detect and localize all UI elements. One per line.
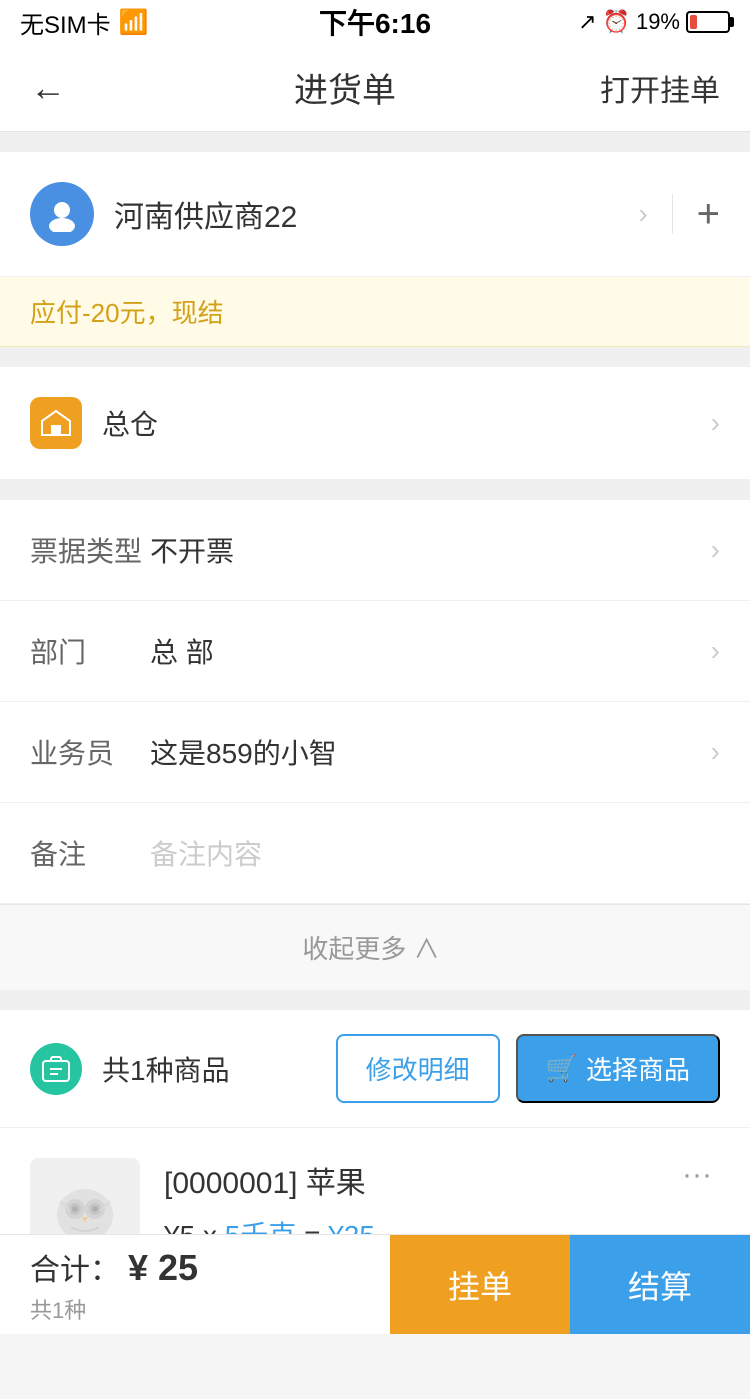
cart-icon: 🛒 [546,1053,578,1084]
nav-bar: ← 进货单 打开挂单 [0,44,750,132]
nav-title: 进货单 [294,63,396,112]
department-value: 总 部 [150,631,711,671]
warehouse-row[interactable]: 总仓 › [0,367,750,480]
invoice-type-row[interactable]: 票据类型 不开票 › [0,500,750,601]
select-product-button[interactable]: 🛒 选择商品 [516,1034,720,1103]
supplier-row[interactable]: 河南供应商22 › + [0,152,750,277]
department-label: 部门 [30,631,150,671]
collapse-label: 收起更多 ∧ [302,929,439,966]
divider-1 [0,347,750,367]
back-button[interactable]: ← [30,67,90,109]
product-name: [0000001] 苹果 [164,1158,674,1202]
remark-label: 备注 [30,833,150,873]
status-bar-right: ↗ ⏰ 19% [578,9,730,35]
salesperson-value: 这是859的小智 [150,732,711,772]
salesperson-row[interactable]: 业务员 这是859的小智 › [0,702,750,803]
divider-2 [0,480,750,500]
salesperson-label: 业务员 [30,732,150,772]
bottom-bar: 合计： ¥ 25 共1种 挂单 结算 [0,1234,750,1334]
payment-hint: 应付-20元，现结 [0,277,750,347]
open-hold-button[interactable]: 打开挂单 [600,66,720,110]
collapse-row[interactable]: 收起更多 ∧ [0,904,750,990]
invoice-chevron-icon: › [711,534,720,566]
chevron-right-icon: › [638,198,647,230]
avatar [30,182,94,246]
divider-3 [0,990,750,1010]
product-code: [0000001] [164,1167,297,1200]
hold-label: 挂单 [448,1262,512,1308]
supplier-section: 河南供应商22 › + 应付-20元，现结 [0,152,750,347]
vertical-divider [672,194,673,234]
warehouse-icon [30,397,82,449]
warehouse-section: 总仓 › [0,367,750,480]
product-title: 苹果 [306,1167,366,1200]
department-row[interactable]: 部门 总 部 › [0,601,750,702]
remark-row[interactable]: 备注 备注内容 [0,803,750,904]
checkout-button[interactable]: 结算 [570,1235,750,1334]
invoice-section: 票据类型 不开票 › 部门 总 部 › 业务员 这是859的小智 › 备注 备注… [0,500,750,904]
department-chevron-icon: › [711,635,720,667]
checkout-label: 结算 [628,1262,692,1308]
invoice-type-value: 不开票 [150,530,711,570]
select-product-label: 选择商品 [586,1050,690,1087]
remark-placeholder: 备注内容 [150,833,720,873]
warehouse-chevron-icon: › [711,407,720,439]
wifi-icon: 📶 [119,8,149,37]
top-divider [0,132,750,152]
carrier-label: 无SIM卡 [20,5,111,40]
total-amount: ¥ 25 [128,1247,198,1289]
edit-detail-button[interactable]: 修改明细 [336,1034,500,1103]
status-bar: 无SIM卡 📶 下午6:16 ↗ ⏰ 19% [0,0,750,44]
location-icon: ↗ [578,9,596,35]
product-count: 共1种商品 [102,1049,336,1089]
product-header: 共1种商品 修改明细 🛒 选择商品 [0,1010,750,1128]
battery-label: 19% [636,9,680,35]
salesperson-chevron-icon: › [711,736,720,768]
invoice-type-label: 票据类型 [30,530,150,570]
alarm-icon: ⏰ [603,9,630,35]
total-label: 合计： [30,1245,120,1289]
warehouse-name: 总仓 [102,403,711,443]
total-area: 合计： ¥ 25 共1种 [0,1235,390,1334]
status-bar-time: 下午6:16 [319,2,431,42]
total-count: 共1种 [30,1293,360,1325]
status-bar-left: 无SIM卡 📶 [20,5,149,40]
more-options-button[interactable]: ··· [674,1158,720,1192]
supplier-name: 河南供应商22 [114,192,638,236]
add-button[interactable]: + [697,192,720,237]
product-icon [30,1043,82,1095]
hold-button[interactable]: 挂单 [390,1235,570,1334]
battery-icon [686,11,730,33]
total-main: 合计： ¥ 25 [30,1245,360,1289]
